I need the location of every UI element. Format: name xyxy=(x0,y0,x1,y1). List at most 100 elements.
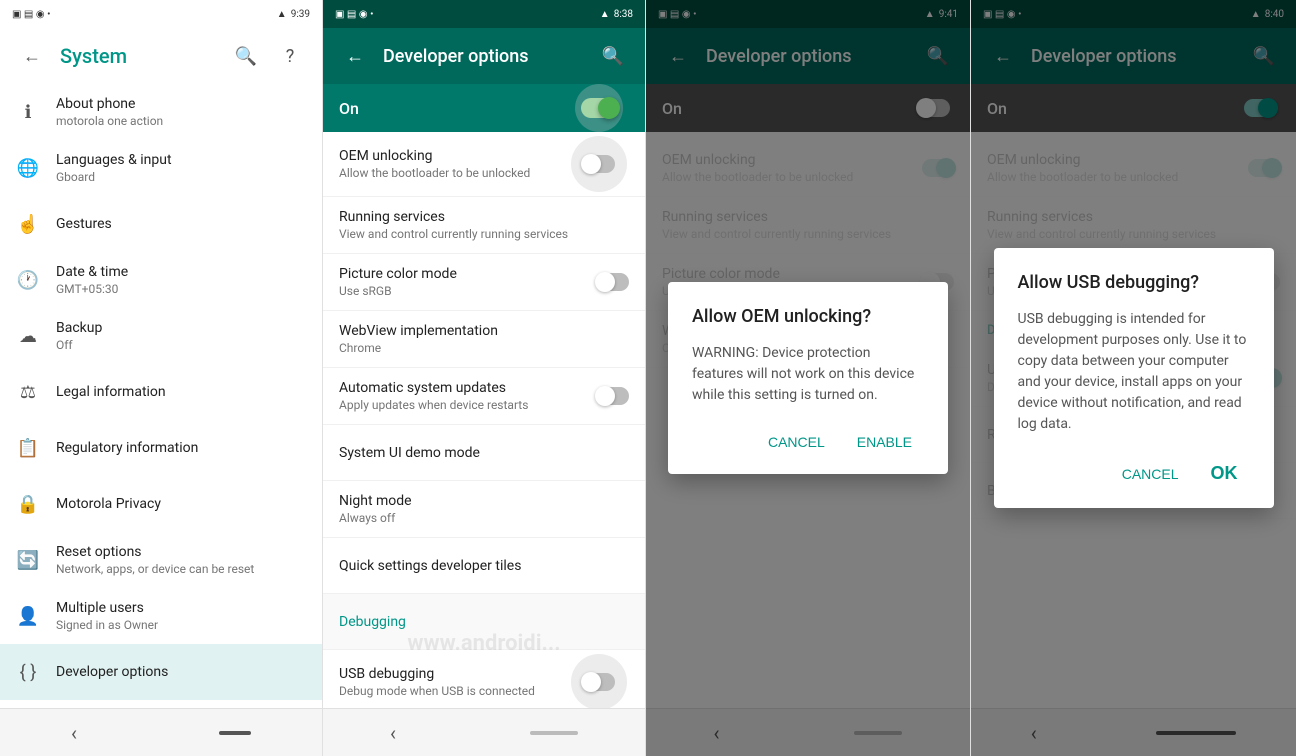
usb-toggle-area xyxy=(569,662,629,702)
picture-color-toggle[interactable] xyxy=(597,273,629,291)
languages-title: Languages & input xyxy=(56,152,306,168)
developer-options-panel: ▣ ▤ ◉ • ▲ 8:38 ← Developer options 🔍 On … xyxy=(323,0,646,756)
settings-item-about-phone[interactable]: ℹ About phone motorola one action xyxy=(0,84,322,140)
dev-item-usb-debugging[interactable]: USB debugging Debug mode when USB is con… xyxy=(323,650,645,708)
auto-updates-toggle[interactable] xyxy=(597,387,629,405)
oem-toggle[interactable] xyxy=(583,155,615,173)
search-button-2[interactable]: 🔍 xyxy=(597,40,629,72)
wifi-icon: ▲ xyxy=(277,9,287,20)
datetime-subtitle: GMT+05:30 xyxy=(56,282,306,296)
nav-home-1[interactable] xyxy=(219,731,251,735)
system-settings-panel: ▣ ▤ ◉ • ▲ 9:39 ← System 🔍 ? ℹ About phon… xyxy=(0,0,323,756)
languages-subtitle: Gboard xyxy=(56,170,306,184)
users-icon: 👤 xyxy=(16,604,40,628)
regulatory-title: Regulatory information xyxy=(56,440,306,456)
users-subtitle: Signed in as Owner xyxy=(56,618,306,632)
notification-icons: ▣ ▤ ◉ • xyxy=(12,9,50,20)
quick-settings-title: Quick settings developer tiles xyxy=(339,558,629,574)
usb-toggle[interactable] xyxy=(583,673,615,691)
languages-icon: 🌐 xyxy=(16,156,40,180)
running-title: Running services xyxy=(339,209,629,225)
oem-cancel-button[interactable]: Cancel xyxy=(756,426,837,458)
back-button-2[interactable]: ← xyxy=(339,40,371,72)
night-mode-title: Night mode xyxy=(339,493,629,509)
settings-item-regulatory[interactable]: 📋 Regulatory information xyxy=(0,420,322,476)
oem-dialog-title: Allow OEM unlocking? xyxy=(692,306,924,327)
on-toggle-circle xyxy=(569,88,629,128)
reset-title: Reset options xyxy=(56,544,306,560)
picture-color-title: Picture color mode xyxy=(339,266,597,282)
oem-toggle-area xyxy=(569,144,629,184)
usb-debugging-title: USB debugging xyxy=(339,666,569,682)
settings-item-developer[interactable]: { } Developer options xyxy=(0,644,322,700)
usb-dialog: Allow USB debugging? USB debugging is in… xyxy=(994,248,1274,508)
on-row-2[interactable]: On xyxy=(323,84,645,132)
reset-icon: 🔄 xyxy=(16,548,40,572)
settings-item-reset[interactable]: 🔄 Reset options Network, apps, or device… xyxy=(0,532,322,588)
settings-item-backup[interactable]: ☁ Backup Off xyxy=(0,308,322,364)
nav-bar-2: ‹ xyxy=(323,708,645,756)
dev-item-auto-updates[interactable]: Automatic system updates Apply updates w… xyxy=(323,368,645,425)
dev-item-quick-settings[interactable]: Quick settings developer tiles xyxy=(323,538,645,594)
dev-item-picture-color[interactable]: Picture color mode Use sRGB xyxy=(323,254,645,311)
settings-item-legal[interactable]: ⚖ Legal information xyxy=(0,364,322,420)
nav-back-1[interactable]: ‹ xyxy=(71,721,77,745)
backup-subtitle: Off xyxy=(56,338,306,352)
usb-dialog-overlay: Allow USB debugging? USB debugging is in… xyxy=(971,0,1296,756)
regulatory-icon: 📋 xyxy=(16,436,40,460)
settings-item-system-update[interactable]: 📱 System updates Updated to Android 9 xyxy=(0,700,322,708)
search-button-1[interactable]: 🔍 xyxy=(230,40,262,72)
notification-icons-2: ▣ ▤ ◉ • xyxy=(335,9,373,20)
oem-enable-button[interactable]: Enable xyxy=(845,426,924,458)
about-phone-subtitle: motorola one action xyxy=(56,114,306,128)
settings-item-languages[interactable]: 🌐 Languages & input Gboard xyxy=(0,140,322,196)
backup-icon: ☁ xyxy=(16,324,40,348)
panel1-title: System xyxy=(60,44,218,68)
usb-dialog-panel: ▣ ▤ ◉ • ▲ 8:40 ← Developer options 🔍 On … xyxy=(971,0,1296,756)
dev-item-debugging-header: Debugging xyxy=(323,594,645,650)
webview-subtitle: Chrome xyxy=(339,341,629,355)
oem-toggle-thumb xyxy=(581,154,601,174)
settings-item-datetime[interactable]: 🕐 Date & time GMT+05:30 xyxy=(0,252,322,308)
usb-debugging-subtitle: Debug mode when USB is connected xyxy=(339,684,569,698)
about-phone-title: About phone xyxy=(56,96,306,112)
picture-color-subtitle: Use sRGB xyxy=(339,284,597,298)
dev-header-title-2: Developer options xyxy=(383,46,585,67)
usb-dialog-title: Allow USB debugging? xyxy=(1018,272,1250,293)
oem-dialog-overlay: Allow OEM unlocking? WARNING: Device pro… xyxy=(646,0,970,756)
settings-item-motorola-privacy[interactable]: 🔒 Motorola Privacy xyxy=(0,476,322,532)
usb-cancel-button[interactable]: Cancel xyxy=(1110,455,1191,492)
oem-dialog-body: WARNING: Device protection features will… xyxy=(692,343,924,406)
settings-item-multiple-users[interactable]: 👤 Multiple users Signed in as Owner xyxy=(0,588,322,644)
on-toggle[interactable] xyxy=(581,98,617,118)
oem-subtitle: Allow the bootloader to be unlocked xyxy=(339,166,569,180)
time-display: 9:39 xyxy=(291,9,310,20)
dev-item-running-services[interactable]: Running services View and control curren… xyxy=(323,197,645,254)
on-label-2: On xyxy=(339,99,569,118)
status-icons-left: ▣ ▤ ◉ • xyxy=(12,9,50,20)
dev-item-webview[interactable]: WebView implementation Chrome xyxy=(323,311,645,368)
running-subtitle: View and control currently running servi… xyxy=(339,227,629,241)
datetime-icon: 🕐 xyxy=(16,268,40,292)
toolbar-1: ← System 🔍 ? xyxy=(0,28,322,84)
developer-icon: { } xyxy=(16,660,40,684)
auto-updates-subtitle: Apply updates when device restarts xyxy=(339,398,597,412)
status-bar-2: ▣ ▤ ◉ • ▲ 8:38 xyxy=(323,0,645,28)
dev-item-system-ui[interactable]: System UI demo mode xyxy=(323,425,645,481)
privacy-icon: 🔒 xyxy=(16,492,40,516)
status-icons-right: ▲ 9:39 xyxy=(277,9,310,20)
night-mode-subtitle: Always off xyxy=(339,511,629,525)
back-button-1[interactable]: ← xyxy=(16,40,48,72)
help-button-1[interactable]: ? xyxy=(274,40,306,72)
nav-home-2[interactable] xyxy=(530,731,578,735)
dev-item-night-mode[interactable]: Night mode Always off xyxy=(323,481,645,538)
oem-dialog-panel: ▣ ▤ ◉ • ▲ 9:41 ← Developer options 🔍 On … xyxy=(646,0,971,756)
privacy-title: Motorola Privacy xyxy=(56,496,306,512)
settings-item-gestures[interactable]: ☝ Gestures xyxy=(0,196,322,252)
system-ui-title: System UI demo mode xyxy=(339,445,629,461)
users-title: Multiple users xyxy=(56,600,306,616)
dev-item-oem[interactable]: OEM unlocking Allow the bootloader to be… xyxy=(323,132,645,197)
status-bar-1: ▣ ▤ ◉ • ▲ 9:39 xyxy=(0,0,322,28)
nav-back-2[interactable]: ‹ xyxy=(390,721,396,745)
usb-ok-button[interactable]: OK xyxy=(1199,455,1250,492)
